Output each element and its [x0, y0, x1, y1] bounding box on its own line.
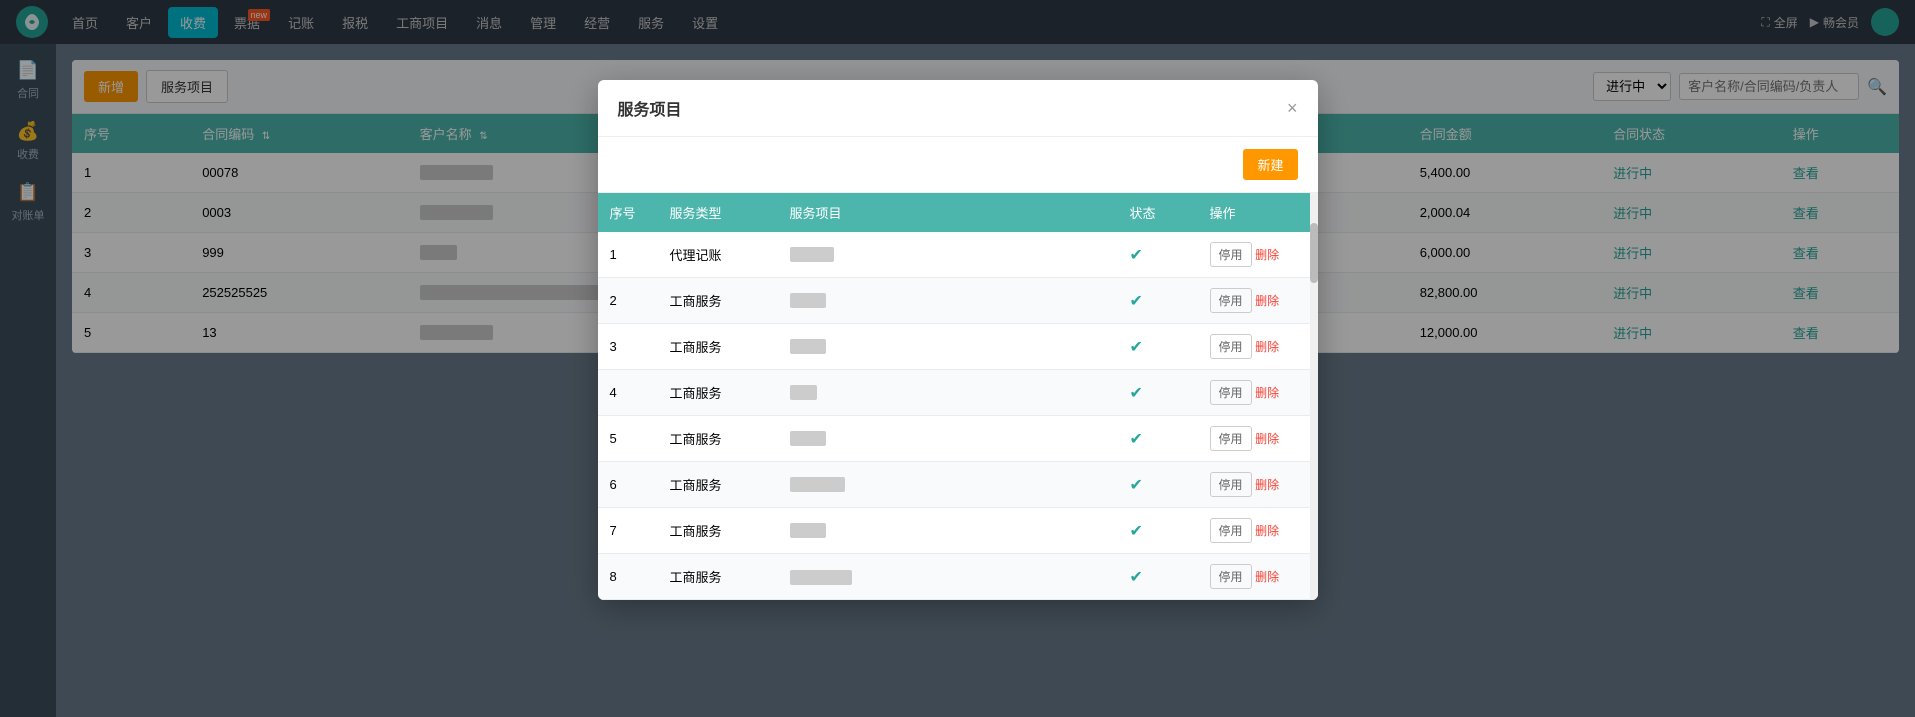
modal-table-row: 6 工商服务 ██████ ✔ 停用 删除: [598, 462, 1318, 508]
modal-cell-type: 工商服务: [658, 370, 778, 416]
modal-cell-item: ███: [778, 370, 1118, 416]
modal-cell-status: ✔: [1118, 554, 1198, 600]
modal-cell-type: 工商服务: [658, 554, 778, 600]
delete-button[interactable]: 删除: [1255, 292, 1279, 309]
modal-cell-action: 停用 删除: [1198, 416, 1318, 462]
scrollbar-track: [1310, 193, 1318, 600]
delete-button[interactable]: 删除: [1255, 522, 1279, 539]
modal-cell-type: 工商服务: [658, 278, 778, 324]
modal-col-item: 服务项目: [778, 193, 1118, 232]
status-check-icon: ✔: [1130, 247, 1143, 264]
modal-table-row: 1 代理记账 ████1 ✔ 停用 删除: [598, 232, 1318, 278]
status-check-icon: ✔: [1130, 569, 1143, 586]
modal-cell-action: 停用 删除: [1198, 370, 1318, 416]
modal-cell-action: 停用 删除: [1198, 232, 1318, 278]
modal-table-row: 4 工商服务 ███ ✔ 停用 删除: [598, 370, 1318, 416]
stop-button[interactable]: 停用: [1210, 242, 1252, 267]
modal-col-action: 操作: [1198, 193, 1318, 232]
modal-cell-type: 工商服务: [658, 508, 778, 554]
modal-cell-item: ████: [778, 324, 1118, 370]
modal-cell-seq: 2: [598, 278, 658, 324]
status-check-icon: ✔: [1130, 385, 1143, 402]
modal-close-button[interactable]: ×: [1287, 98, 1298, 119]
status-check-icon: ✔: [1130, 431, 1143, 448]
modal-body: 序号 服务类型 服务项目 状态 操作 1 代理记账 ████1 ✔ 停用 删除 …: [598, 193, 1318, 600]
modal-cell-action: 停用 删除: [1198, 278, 1318, 324]
modal-toolbar: 新建: [598, 137, 1318, 193]
modal-cell-type: 工商服务: [658, 324, 778, 370]
modal-cell-seq: 1: [598, 232, 658, 278]
modal-col-type: 服务类型: [658, 193, 778, 232]
status-check-icon: ✔: [1130, 523, 1143, 540]
modal-table-row: 8 工商服务 ████注册 ✔ 停用 删除: [598, 554, 1318, 600]
modal-cell-action: 停用 删除: [1198, 324, 1318, 370]
modal-cell-seq: 5: [598, 416, 658, 462]
status-check-icon: ✔: [1130, 293, 1143, 310]
modal-table-row: 2 工商服务 ████ ✔ 停用 删除: [598, 278, 1318, 324]
modal-cell-seq: 8: [598, 554, 658, 600]
modal-table-row: 7 工商服务 ████ ✔ 停用 删除: [598, 508, 1318, 554]
modal-header: 服务项目 ×: [598, 80, 1318, 137]
modal-cell-action: 停用 删除: [1198, 508, 1318, 554]
stop-button[interactable]: 停用: [1210, 426, 1252, 451]
modal-cell-seq: 6: [598, 462, 658, 508]
modal-col-status: 状态: [1118, 193, 1198, 232]
modal-cell-type: 工商服务: [658, 416, 778, 462]
delete-button[interactable]: 删除: [1255, 338, 1279, 355]
modal-cell-item: ████: [778, 508, 1118, 554]
modal-table-row: 3 工商服务 ████ ✔ 停用 删除: [598, 324, 1318, 370]
modal-title: 服务项目: [618, 96, 682, 120]
stop-button[interactable]: 停用: [1210, 334, 1252, 359]
modal-cell-status: ✔: [1118, 462, 1198, 508]
stop-button[interactable]: 停用: [1210, 472, 1252, 497]
delete-button[interactable]: 删除: [1255, 384, 1279, 401]
modal-cell-seq: 7: [598, 508, 658, 554]
modal-cell-item: ████: [778, 416, 1118, 462]
status-check-icon: ✔: [1130, 477, 1143, 494]
stop-button[interactable]: 停用: [1210, 518, 1252, 543]
modal-table-row: 5 工商服务 ████ ✔ 停用 删除: [598, 416, 1318, 462]
service-modal: 服务项目 × 新建 序号 服务类型 服务项目 状态 操作 1 代理记账: [598, 80, 1318, 600]
modal-cell-item: ████1: [778, 232, 1118, 278]
delete-button[interactable]: 删除: [1255, 430, 1279, 447]
modal-cell-type: 代理记账: [658, 232, 778, 278]
status-check-icon: ✔: [1130, 339, 1143, 356]
modal-cell-status: ✔: [1118, 278, 1198, 324]
delete-button[interactable]: 删除: [1255, 568, 1279, 585]
modal-cell-status: ✔: [1118, 370, 1198, 416]
modal-cell-item: ██████: [778, 462, 1118, 508]
modal-cell-item: ████: [778, 278, 1118, 324]
scrollbar-thumb[interactable]: [1310, 223, 1318, 283]
modal-cell-status: ✔: [1118, 232, 1198, 278]
modal-overlay[interactable]: 服务项目 × 新建 序号 服务类型 服务项目 状态 操作 1 代理记账: [0, 0, 1915, 717]
modal-cell-status: ✔: [1118, 416, 1198, 462]
modal-cell-status: ✔: [1118, 508, 1198, 554]
modal-new-button[interactable]: 新建: [1243, 149, 1297, 180]
modal-cell-type: 工商服务: [658, 462, 778, 508]
modal-cell-seq: 3: [598, 324, 658, 370]
delete-button[interactable]: 删除: [1255, 476, 1279, 493]
modal-cell-item: ████注册: [778, 554, 1118, 600]
modal-cell-status: ✔: [1118, 324, 1198, 370]
delete-button[interactable]: 删除: [1255, 246, 1279, 263]
modal-cell-action: 停用 删除: [1198, 462, 1318, 508]
modal-cell-action: 停用 删除: [1198, 554, 1318, 600]
stop-button[interactable]: 停用: [1210, 564, 1252, 589]
stop-button[interactable]: 停用: [1210, 288, 1252, 313]
modal-cell-seq: 4: [598, 370, 658, 416]
modal-col-seq: 序号: [598, 193, 658, 232]
service-items-table: 序号 服务类型 服务项目 状态 操作 1 代理记账 ████1 ✔ 停用 删除 …: [598, 193, 1318, 600]
stop-button[interactable]: 停用: [1210, 380, 1252, 405]
